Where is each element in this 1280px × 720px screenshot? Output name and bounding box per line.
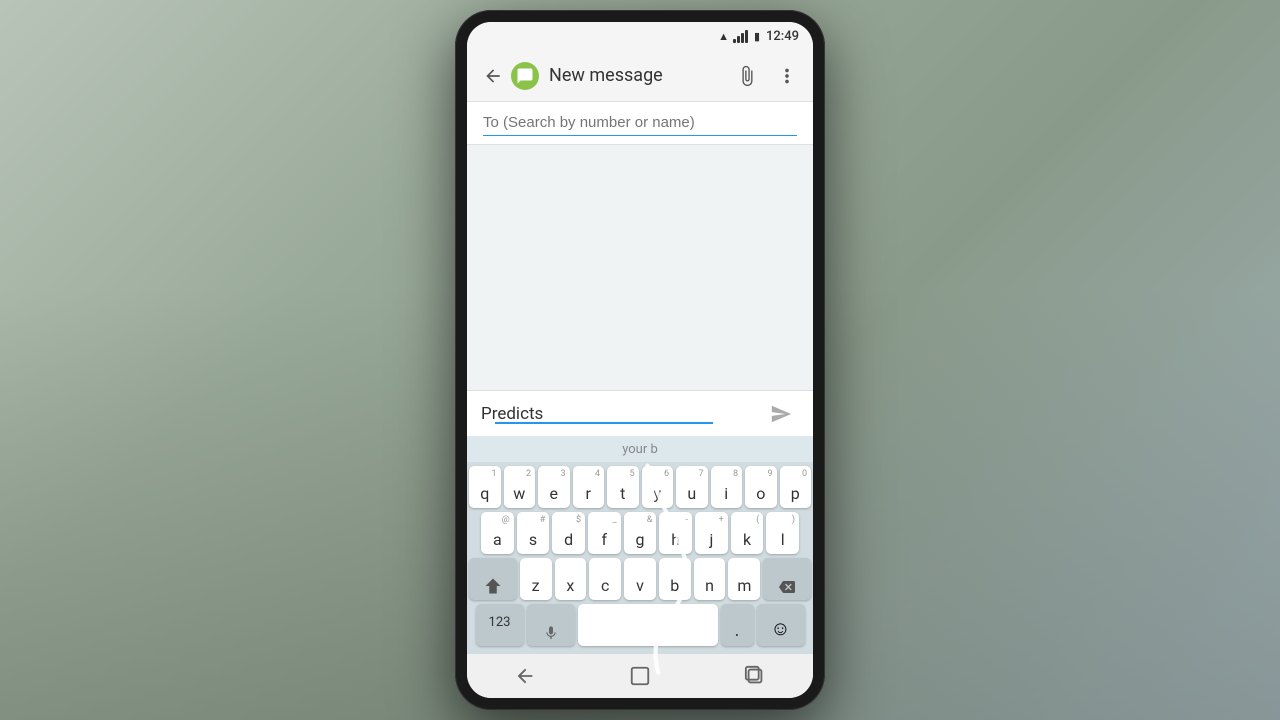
key-w[interactable]: 2w bbox=[504, 466, 536, 508]
delete-key[interactable] bbox=[763, 558, 811, 600]
key-l[interactable]: )l bbox=[766, 512, 799, 554]
app-icon bbox=[511, 62, 539, 90]
keyboard-row-4: 123 . ☺ bbox=[469, 604, 811, 646]
app-bar-actions bbox=[729, 58, 805, 94]
key-o[interactable]: 9o bbox=[745, 466, 777, 508]
space-key[interactable] bbox=[578, 604, 718, 646]
key-z[interactable]: z bbox=[520, 558, 552, 600]
signal-icon bbox=[733, 30, 748, 43]
prediction-bar: Predicts bbox=[467, 390, 813, 436]
numeric-key[interactable]: 123 bbox=[476, 604, 524, 646]
nav-recents-button[interactable] bbox=[735, 656, 775, 696]
key-m[interactable]: m bbox=[728, 558, 760, 600]
key-h[interactable]: -h bbox=[659, 512, 692, 554]
key-s[interactable]: #s bbox=[517, 512, 550, 554]
key-d[interactable]: $d bbox=[552, 512, 585, 554]
to-input[interactable] bbox=[483, 114, 797, 131]
app-bar-title: New message bbox=[549, 65, 729, 86]
key-y[interactable]: 6y bbox=[642, 466, 674, 508]
period-key[interactable]: . bbox=[721, 604, 754, 646]
send-button[interactable] bbox=[763, 396, 799, 432]
keyboard-row-1: 1q 2w 3e 4r 5t 6y 7u 8i 9o 0p bbox=[469, 466, 811, 508]
key-b[interactable]: b bbox=[659, 558, 691, 600]
keyboard-row-2: @a #s $d _f &g -h +j (k )l bbox=[469, 512, 811, 554]
back-button[interactable] bbox=[475, 58, 511, 94]
swipe-hint-text: your b bbox=[622, 442, 658, 457]
status-icons: ▲ ▮ bbox=[718, 30, 760, 43]
message-area[interactable] bbox=[467, 145, 813, 390]
prediction-underline bbox=[495, 422, 713, 424]
to-underline bbox=[483, 135, 797, 136]
swipe-hint-bar: your b bbox=[467, 436, 813, 462]
prediction-text: Predicts bbox=[481, 404, 543, 424]
key-p[interactable]: 0p bbox=[780, 466, 812, 508]
key-x[interactable]: x bbox=[555, 558, 587, 600]
phone-device: ▲ ▮ 12:49 bbox=[455, 10, 825, 710]
key-t[interactable]: 5t bbox=[607, 466, 639, 508]
attach-button[interactable] bbox=[729, 58, 765, 94]
key-i[interactable]: 8i bbox=[711, 466, 743, 508]
more-options-button[interactable] bbox=[769, 58, 805, 94]
app-bar: New message bbox=[467, 50, 813, 102]
key-u[interactable]: 7u bbox=[676, 466, 708, 508]
key-j[interactable]: +j bbox=[695, 512, 728, 554]
key-q[interactable]: 1q bbox=[469, 466, 501, 508]
battery-icon: ▮ bbox=[754, 30, 760, 43]
phone-body: ▲ ▮ 12:49 bbox=[455, 10, 825, 710]
to-field[interactable] bbox=[467, 102, 813, 145]
status-time: 12:49 bbox=[766, 29, 799, 44]
keyboard[interactable]: 1q 2w 3e 4r 5t 6y 7u 8i 9o 0p @a #s $d _… bbox=[467, 462, 813, 654]
shift-key[interactable] bbox=[469, 558, 517, 600]
nav-bar bbox=[467, 654, 813, 698]
wifi-icon: ▲ bbox=[718, 30, 729, 43]
key-e[interactable]: 3e bbox=[538, 466, 570, 508]
key-f[interactable]: _f bbox=[588, 512, 621, 554]
nav-home-button[interactable] bbox=[620, 656, 660, 696]
prediction-text-container: Predicts bbox=[481, 404, 763, 424]
key-g[interactable]: &g bbox=[624, 512, 657, 554]
keyboard-row-3: z x c v b n m bbox=[469, 558, 811, 600]
emoji-key[interactable]: ☺ bbox=[757, 604, 805, 646]
key-a[interactable]: @a bbox=[481, 512, 514, 554]
key-c[interactable]: c bbox=[589, 558, 621, 600]
key-r[interactable]: 4r bbox=[573, 466, 605, 508]
microphone-key[interactable] bbox=[527, 604, 575, 646]
nav-back-button[interactable] bbox=[505, 656, 545, 696]
key-k[interactable]: (k bbox=[731, 512, 764, 554]
key-n[interactable]: n bbox=[694, 558, 726, 600]
phone-screen: ▲ ▮ 12:49 bbox=[467, 22, 813, 698]
key-v[interactable]: v bbox=[624, 558, 656, 600]
status-bar: ▲ ▮ 12:49 bbox=[467, 22, 813, 50]
